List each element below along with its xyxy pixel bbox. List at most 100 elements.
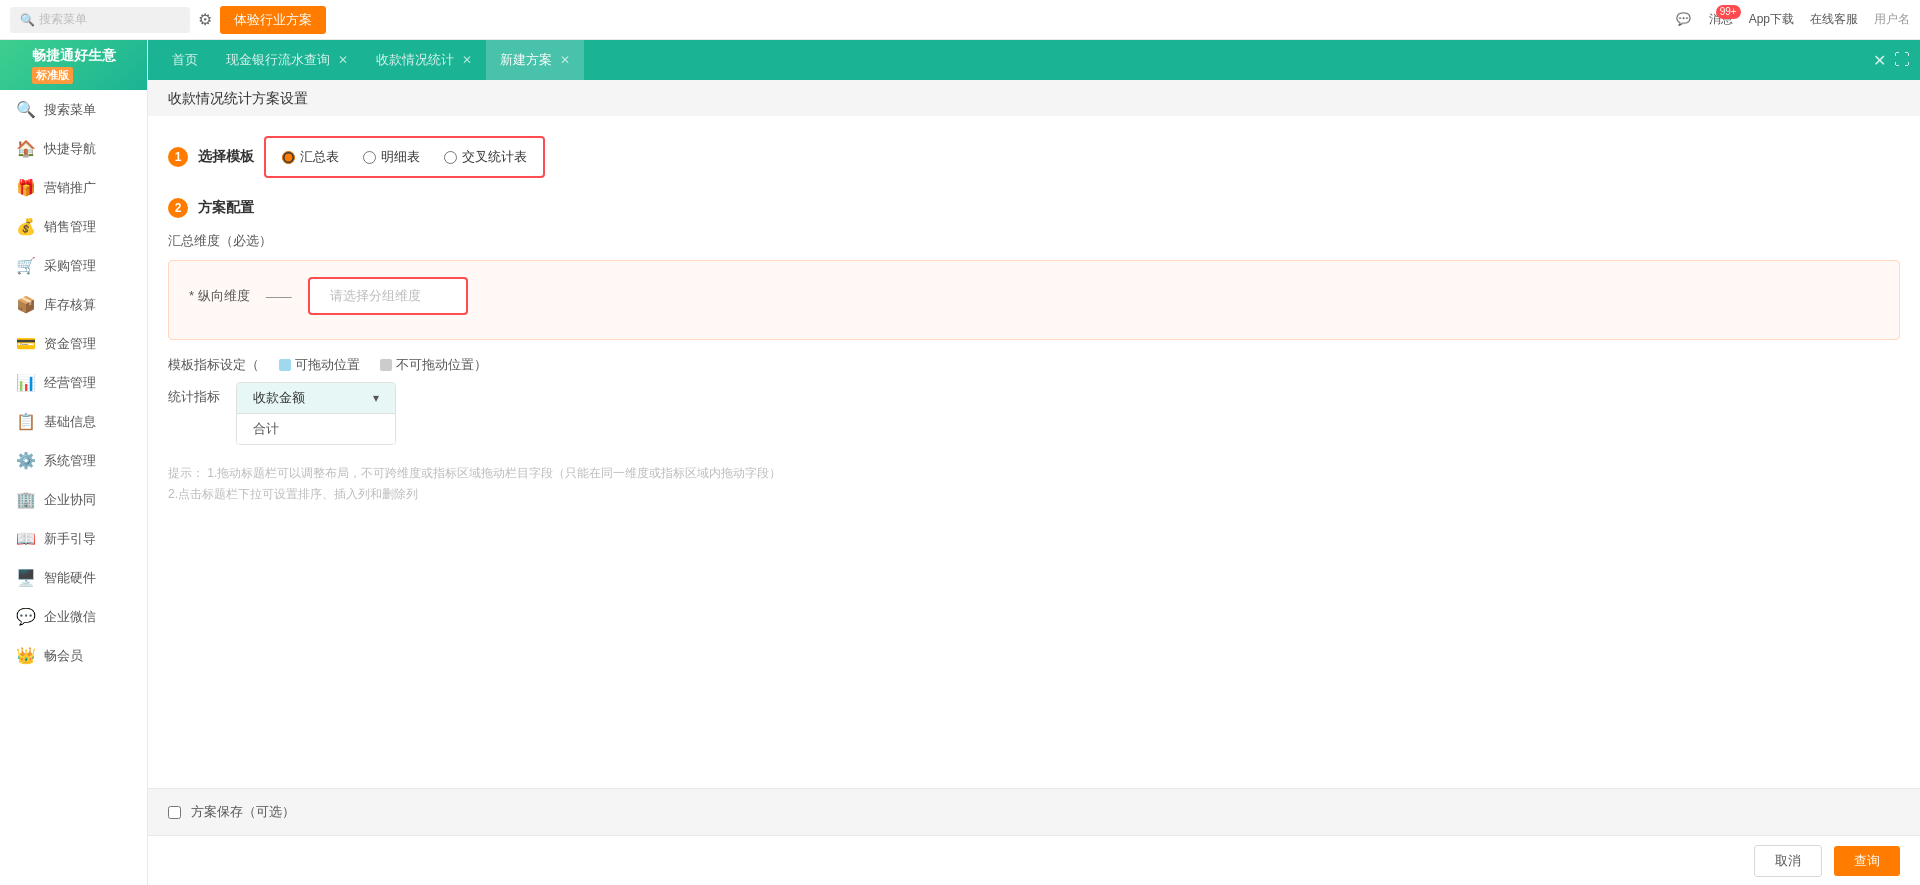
search-bar[interactable]: 🔍 搜索菜单 <box>10 7 190 33</box>
sidebar-version-badge: 标准版 <box>32 67 73 84</box>
tab-fullscreen-icon[interactable]: ⛶ <box>1894 51 1910 69</box>
sidebar-item-hardware[interactable]: 🖥️ 智能硬件 <box>0 558 147 597</box>
dim-select-dropdown[interactable]: 请选择分组维度 <box>308 277 468 315</box>
hardware-icon: 🖥️ <box>16 568 36 587</box>
tab-cashflow-close[interactable]: ✕ <box>338 53 348 67</box>
template-select-box: 汇总表 明细表 交叉统计表 <box>264 136 545 178</box>
sidebar-item-label: 新手引导 <box>44 530 96 548</box>
step2-section: 2 方案配置 汇总维度（必选） * 纵向维度 —— 请选择分组维度 <box>168 198 1900 503</box>
metrics-dropdown-icon[interactable]: ▾ <box>373 391 379 405</box>
tab-collection-close[interactable]: ✕ <box>462 53 472 67</box>
tips-section: 提示： 1.拖动标题栏可以调整布局，不可跨维度或指标区域拖动栏目字段（只能在同一… <box>168 465 1900 503</box>
no-drag-hint: 不可拖动位置） <box>380 356 487 374</box>
tab-collection-label: 收款情况统计 <box>376 51 454 69</box>
sidebar-item-label: 营销推广 <box>44 179 96 197</box>
tab-cashflow[interactable]: 现金银行流水查询 ✕ <box>212 40 362 80</box>
system-icon: ⚙️ <box>16 451 36 470</box>
dimension-area: * 纵向维度 —— 请选择分组维度 <box>168 260 1900 340</box>
tab-home[interactable]: 首页 <box>158 40 212 80</box>
metrics-section: 模板指标设定（ 可拖动位置 不可拖动位置） <box>168 356 1900 445</box>
tab-collection[interactable]: 收款情况统计 ✕ <box>362 40 486 80</box>
step1-num: 1 <box>168 147 188 167</box>
no-drag-dot-icon <box>380 359 392 371</box>
sidebar-item-label: 销售管理 <box>44 218 96 236</box>
message-badge-wrap[interactable]: 💬 99+ 消息 <box>1676 11 1732 28</box>
step1-header: 1 选择模板 汇总表 明细表 <box>168 136 1900 178</box>
tab-new-plan[interactable]: 新建方案 ✕ <box>486 40 584 80</box>
header-right: 💬 99+ 消息 App下载 在线客服 用户名 <box>1676 11 1910 28</box>
sidebar-item-label: 快捷导航 <box>44 140 96 158</box>
sidebar-item-enterprise[interactable]: 🏢 企业协同 <box>0 480 147 519</box>
drag-label: 可拖动位置 <box>295 356 360 374</box>
sidebar-item-operation[interactable]: 📊 经营管理 <box>0 363 147 402</box>
settings-icon[interactable]: ⚙ <box>198 10 212 29</box>
tab-close-all-icon[interactable]: ✕ <box>1873 51 1886 70</box>
metrics-table: 收款金额 ▾ 合计 <box>236 382 396 445</box>
sidebar-item-label: 库存核算 <box>44 296 96 314</box>
online-service-link[interactable]: 在线客服 <box>1810 11 1858 28</box>
sidebar: 畅捷通好生意 标准版 🔍 搜索菜单 🏠 快捷导航 🎁 营销推广 💰 销售管理 🛒… <box>0 40 148 885</box>
sidebar-item-purchase[interactable]: 🛒 采购管理 <box>0 246 147 285</box>
metrics-header: 模板指标设定（ 可拖动位置 不可拖动位置） <box>168 356 1900 374</box>
metrics-table-header[interactable]: 收款金额 ▾ <box>237 383 395 414</box>
home-icon: 🏠 <box>16 139 36 158</box>
sidebar-item-label: 采购管理 <box>44 257 96 275</box>
operation-icon: 📊 <box>16 373 36 392</box>
dim-row: * 纵向维度 —— 请选择分组维度 <box>189 277 1879 315</box>
radio-summary[interactable]: 汇总表 <box>282 148 339 166</box>
sidebar-item-finance[interactable]: 💳 资金管理 <box>0 324 147 363</box>
finance-icon: 💳 <box>16 334 36 353</box>
dim-arrow: —— <box>266 289 292 304</box>
sidebar-item-sales[interactable]: 💰 销售管理 <box>0 207 147 246</box>
guide-icon: 📖 <box>16 529 36 548</box>
metrics-table-wrap: 统计指标 收款金额 ▾ 合计 <box>168 382 1900 445</box>
dim-vertical-label: * 纵向维度 <box>189 287 250 305</box>
radio-detail[interactable]: 明细表 <box>363 148 420 166</box>
sidebar-item-search[interactable]: 🔍 搜索菜单 <box>0 90 147 129</box>
radio-cross-input[interactable] <box>444 151 457 164</box>
metrics-col-header: 收款金额 <box>253 389 305 407</box>
sidebar-item-marketing[interactable]: 🎁 营销推广 <box>0 168 147 207</box>
save-plan-label: 方案保存（可选） <box>191 803 295 821</box>
tab-new-plan-close[interactable]: ✕ <box>560 53 570 67</box>
tab-bar: 首页 现金银行流水查询 ✕ 收款情况统计 ✕ 新建方案 ✕ ✕ ⛶ <box>148 40 1920 80</box>
top-header: 🔍 搜索菜单 ⚙ 体验行业方案 💬 99+ 消息 App下载 在线客服 用户名 <box>0 0 1920 40</box>
radio-detail-label: 明细表 <box>381 148 420 166</box>
sales-icon: 💰 <box>16 217 36 236</box>
sidebar-item-label: 系统管理 <box>44 452 96 470</box>
tab-new-plan-label: 新建方案 <box>500 51 552 69</box>
cancel-button[interactable]: 取消 <box>1754 845 1822 877</box>
radio-summary-input[interactable] <box>282 151 295 164</box>
tip-1: 提示： 1.拖动标题栏可以调整布局，不可跨维度或指标区域拖动栏目字段（只能在同一… <box>168 465 1900 482</box>
sidebar-item-inventory[interactable]: 📦 库存核算 <box>0 285 147 324</box>
drag-dot-icon <box>279 359 291 371</box>
sidebar-item-basic[interactable]: 📋 基础信息 <box>0 402 147 441</box>
sidebar-item-label: 企业协同 <box>44 491 96 509</box>
page-content: 收款情况统计方案设置 1 选择模板 汇总表 <box>148 80 1920 835</box>
main-layout: 畅捷通好生意 标准版 🔍 搜索菜单 🏠 快捷导航 🎁 营销推广 💰 销售管理 🛒… <box>0 40 1920 885</box>
sidebar-logo: 畅捷通好生意 标准版 <box>0 40 147 90</box>
search-icon: 🔍 <box>20 13 35 27</box>
purchase-icon: 🛒 <box>16 256 36 275</box>
query-button[interactable]: 查询 <box>1834 846 1900 876</box>
sidebar-item-quick-nav[interactable]: 🏠 快捷导航 <box>0 129 147 168</box>
no-drag-label: 不可拖动位置） <box>396 356 487 374</box>
sidebar-item-guide[interactable]: 📖 新手引导 <box>0 519 147 558</box>
drag-hint: 可拖动位置 <box>279 356 360 374</box>
step1-title: 选择模板 <box>198 148 254 166</box>
sidebar-item-system[interactable]: ⚙️ 系统管理 <box>0 441 147 480</box>
app-download-link[interactable]: App下载 <box>1749 11 1794 28</box>
radio-cross[interactable]: 交叉统计表 <box>444 148 527 166</box>
sidebar-item-label: 经营管理 <box>44 374 96 392</box>
marketing-icon: 🎁 <box>16 178 36 197</box>
search-nav-icon: 🔍 <box>16 100 36 119</box>
sidebar-item-label: 企业微信 <box>44 608 96 626</box>
sidebar-item-vip[interactable]: 👑 畅会员 <box>0 636 147 675</box>
save-plan-checkbox[interactable] <box>168 806 181 819</box>
radio-detail-input[interactable] <box>363 151 376 164</box>
step1-section: 1 选择模板 汇总表 明细表 <box>168 136 1900 178</box>
config-section: 汇总维度（必选） * 纵向维度 —— 请选择分组维度 模板指标设定（ <box>168 232 1900 503</box>
tab-bar-right: ✕ ⛶ <box>1873 51 1910 70</box>
trial-button[interactable]: 体验行业方案 <box>220 6 326 34</box>
sidebar-item-wechat[interactable]: 💬 企业微信 <box>0 597 147 636</box>
